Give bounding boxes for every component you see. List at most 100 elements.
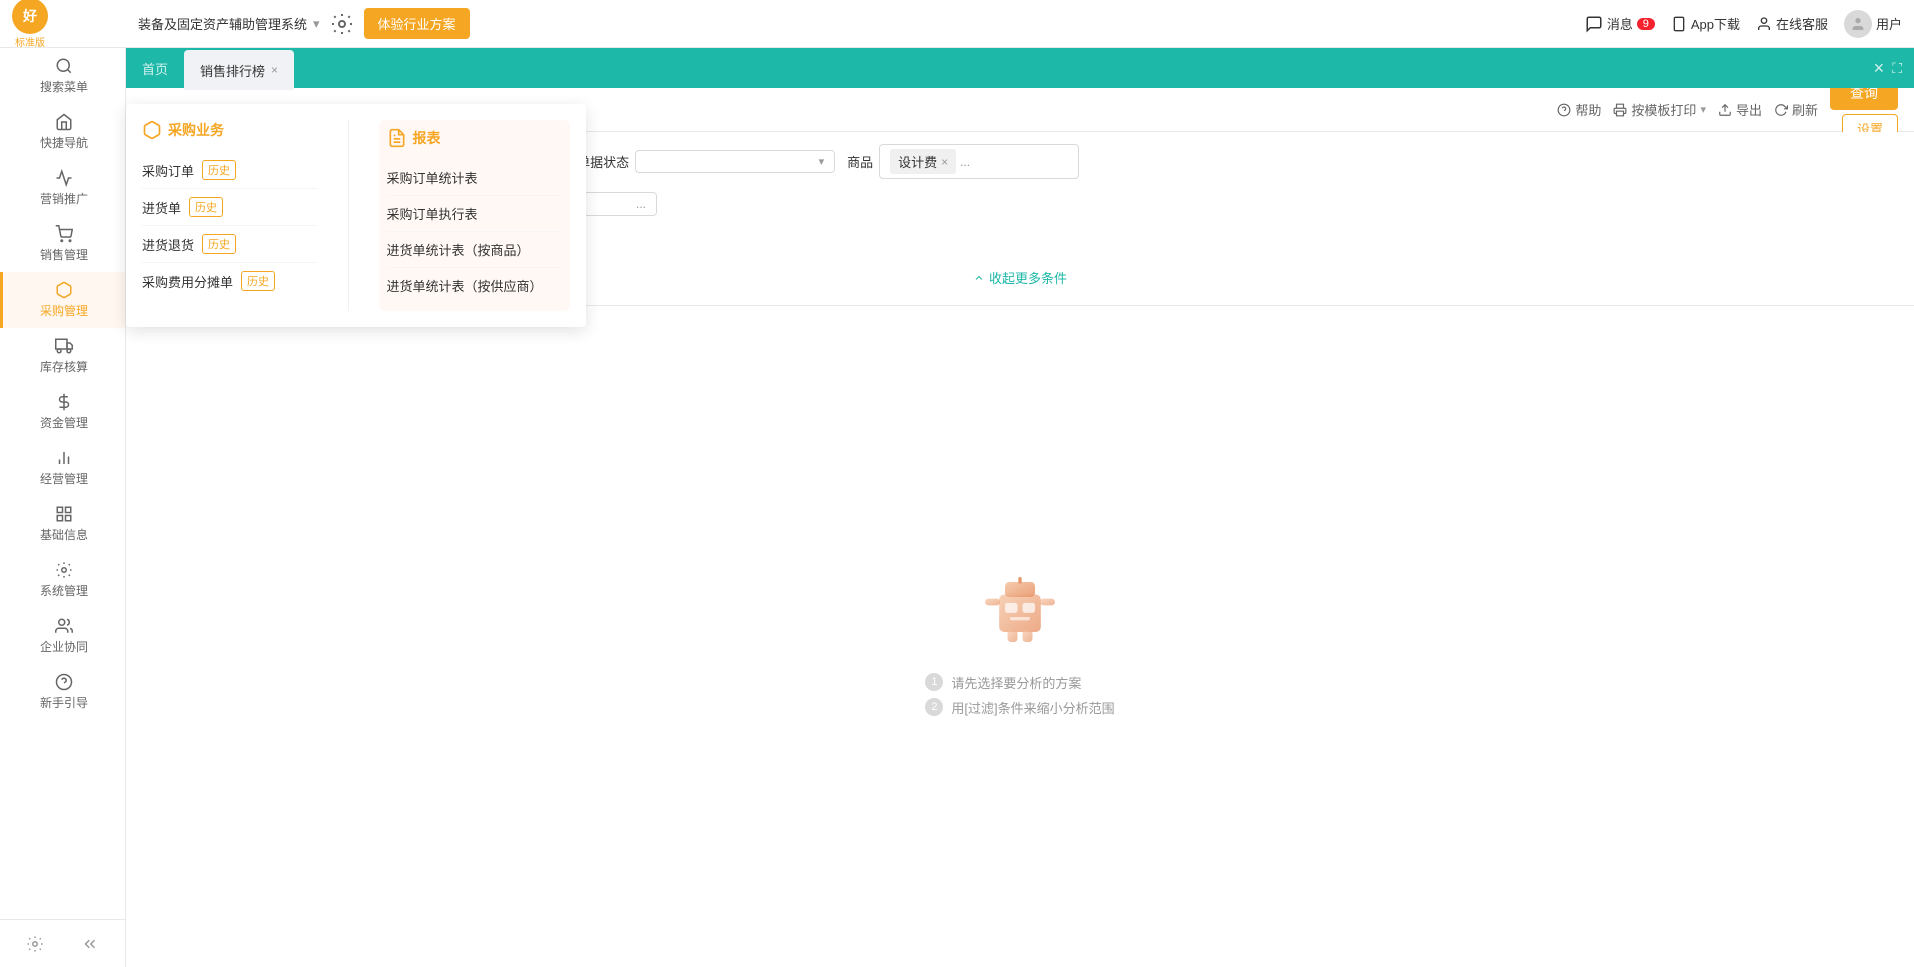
tab-close-all-btn[interactable]: × [1874, 58, 1885, 79]
svg-text:好: 好 [22, 8, 37, 24]
messages-label: 消息 [1607, 14, 1633, 33]
sidebar-item-inventory[interactable]: 库存核算 [0, 328, 125, 384]
brand-label: 标准版 [15, 34, 45, 49]
report-item-2[interactable]: 进货单统计表（按商品） [387, 232, 563, 268]
online-service-btn[interactable]: 在线客服 [1756, 14, 1828, 33]
print-btn[interactable]: 按模板打印 ▾ [1613, 100, 1706, 119]
purchase-col-title: 采购业务 [142, 120, 318, 140]
export-label: 导出 [1736, 100, 1762, 119]
sidebar-collapse-btn[interactable] [81, 935, 99, 953]
purchase-item-0-badge: 历史 [202, 160, 236, 180]
purchase-item-3-badge: 历史 [241, 271, 275, 291]
sidebar-system-label: 系统管理 [40, 582, 88, 599]
sidebar-menu: 搜索菜单 快捷导航 营销推广 [0, 48, 125, 919]
purchase-item-1-badge: 历史 [189, 197, 223, 217]
print-dropdown-icon[interactable]: ▾ [1700, 103, 1706, 116]
purchase-col-label: 采购业务 [168, 120, 224, 140]
title-dropdown-icon[interactable]: ▾ [313, 16, 320, 32]
avatar [1844, 10, 1872, 38]
hint-1: 1 请先选择要分析的方案 [925, 673, 1114, 692]
purchase-item-0-label: 采购订单 [142, 161, 194, 180]
sidebar-enterprise-label: 企业协同 [40, 638, 88, 655]
report-item-0[interactable]: 采购订单统计表 [387, 160, 563, 196]
industry-btn[interactable]: 体验行业方案 [364, 8, 470, 39]
report-col-icon [387, 128, 407, 148]
logo: 好 标准版 [12, 0, 48, 49]
hint-2: 2 用[过滤]条件来缩小分析范围 [925, 698, 1114, 717]
hint-text-1: 请先选择要分析的方案 [951, 673, 1081, 692]
goods-label: 商品 [847, 152, 873, 171]
top-right-area: 消息 9 App下载 在线客服 [1585, 10, 1902, 38]
sidebar-item-system[interactable]: 系统管理 [0, 552, 125, 608]
hint-num-2: 2 [925, 698, 943, 716]
sidebar-item-search[interactable]: 搜索菜单 [0, 48, 125, 104]
system-title-text: 装备及固定资产辅助管理系统 [138, 14, 307, 33]
sidebar-item-purchase[interactable]: 采购管理 [0, 272, 125, 328]
hint-num-1: 1 [925, 673, 943, 691]
collapse-label: 收起更多条件 [989, 268, 1067, 287]
app-download-label: App下载 [1691, 14, 1740, 33]
tab-close-icon[interactable]: × [271, 63, 278, 77]
goods-tag-close[interactable]: × [941, 155, 948, 169]
purchase-item-1[interactable]: 进货单 历史 [142, 189, 318, 226]
tab-bar: 首页 销售排行榜 × × ⛶ [126, 48, 1914, 88]
report-item-3[interactable]: 进货单统计表（按供应商） [387, 268, 563, 303]
sidebar-item-marketing[interactable]: 营销推广 [0, 160, 125, 216]
sidebar-item-quicknav[interactable]: 快捷导航 [0, 104, 125, 160]
purchase-item-0[interactable]: 采购订单 历史 [142, 152, 318, 189]
salesman-more[interactable]: ... [636, 197, 646, 211]
sidebar-finance-label: 资金管理 [40, 414, 88, 431]
user-area[interactable]: 用户 [1844, 10, 1902, 38]
app-download-btn[interactable]: App下载 [1671, 14, 1740, 33]
messages-btn[interactable]: 消息 9 [1585, 14, 1655, 33]
purchase-item-1-label: 进货单 [142, 198, 181, 217]
sidebar-operations-label: 经营管理 [40, 470, 88, 487]
sidebar-item-sales[interactable]: 销售管理 [0, 216, 125, 272]
status-dropdown-icon[interactable]: ▾ [819, 155, 825, 168]
sidebar-settings-btn[interactable] [26, 935, 44, 953]
purchase-col: 采购业务 采购订单 历史 进货单 历史 进货退货 历史 采购费用分摊单 历史 [142, 120, 318, 311]
sidebar-item-enterprise[interactable]: 企业协同 [0, 608, 125, 664]
tab-fullscreen-btn[interactable]: ⛶ [1892, 60, 1902, 77]
sidebar-item-finance[interactable]: 资金管理 [0, 384, 125, 440]
tab-sales-rank[interactable]: 销售排行榜 × [184, 50, 294, 90]
goods-more[interactable]: ... [960, 155, 970, 169]
sidebar-basic-label: 基础信息 [40, 526, 88, 543]
tab-home-label: 首页 [142, 59, 168, 78]
report-col-title: 报表 [387, 128, 563, 148]
top-bar: 好 标准版 装备及固定资产辅助管理系统 ▾ 体验行业方案 消息 9 [0, 0, 1914, 48]
help-label: 帮助 [1575, 100, 1601, 119]
purchase-item-3-label: 采购费用分摊单 [142, 272, 233, 291]
help-btn[interactable]: 帮助 [1557, 100, 1601, 119]
tab-actions: × ⛶ [1874, 58, 1902, 79]
hint-text-2: 用[过滤]条件来缩小分析范围 [951, 698, 1114, 717]
settings-icon[interactable] [330, 12, 354, 36]
sidebar-quicknav-label: 快捷导航 [40, 134, 88, 151]
report-item-3-label: 进货单统计表（按供应商） [387, 276, 543, 295]
purchase-item-3[interactable]: 采购费用分摊单 历史 [142, 263, 318, 299]
export-btn[interactable]: 导出 [1718, 100, 1762, 119]
tab-home[interactable]: 首页 [126, 48, 184, 88]
purchase-item-2-badge: 历史 [202, 234, 236, 254]
report-item-0-label: 采购订单统计表 [387, 168, 478, 187]
hint-container: 1 请先选择要分析的方案 2 用[过滤]条件来缩小分析范围 [925, 673, 1114, 717]
sidebar-marketing-label: 营销推广 [40, 190, 88, 207]
report-col-label: 报表 [413, 128, 441, 148]
system-title-area: 装备及固定资产辅助管理系统 ▾ [138, 14, 320, 33]
sidebar-purchase-label: 采购管理 [40, 302, 88, 319]
purchase-item-2[interactable]: 进货退货 历史 [142, 226, 318, 263]
refresh-btn[interactable]: 刷新 [1774, 100, 1818, 119]
sidebar-search-label: 搜索菜单 [40, 78, 88, 95]
user-label: 用户 [1876, 14, 1902, 33]
report-item-1[interactable]: 采购订单执行表 [387, 196, 563, 232]
sidebar-sales-label: 销售管理 [40, 246, 88, 263]
dropdown-divider [348, 120, 349, 311]
tab-sales-rank-label: 销售排行榜 [200, 61, 265, 80]
sidebar-item-guide[interactable]: 新手引导 [0, 664, 125, 720]
sidebar-item-basic[interactable]: 基础信息 [0, 496, 125, 552]
purchase-item-2-label: 进货退货 [142, 235, 194, 254]
sidebar-inventory-label: 库存核算 [40, 358, 88, 375]
goods-tag: 设计费 × [890, 149, 956, 174]
sidebar: 搜索菜单 快捷导航 营销推广 [0, 48, 126, 967]
sidebar-item-operations[interactable]: 经营管理 [0, 440, 125, 496]
